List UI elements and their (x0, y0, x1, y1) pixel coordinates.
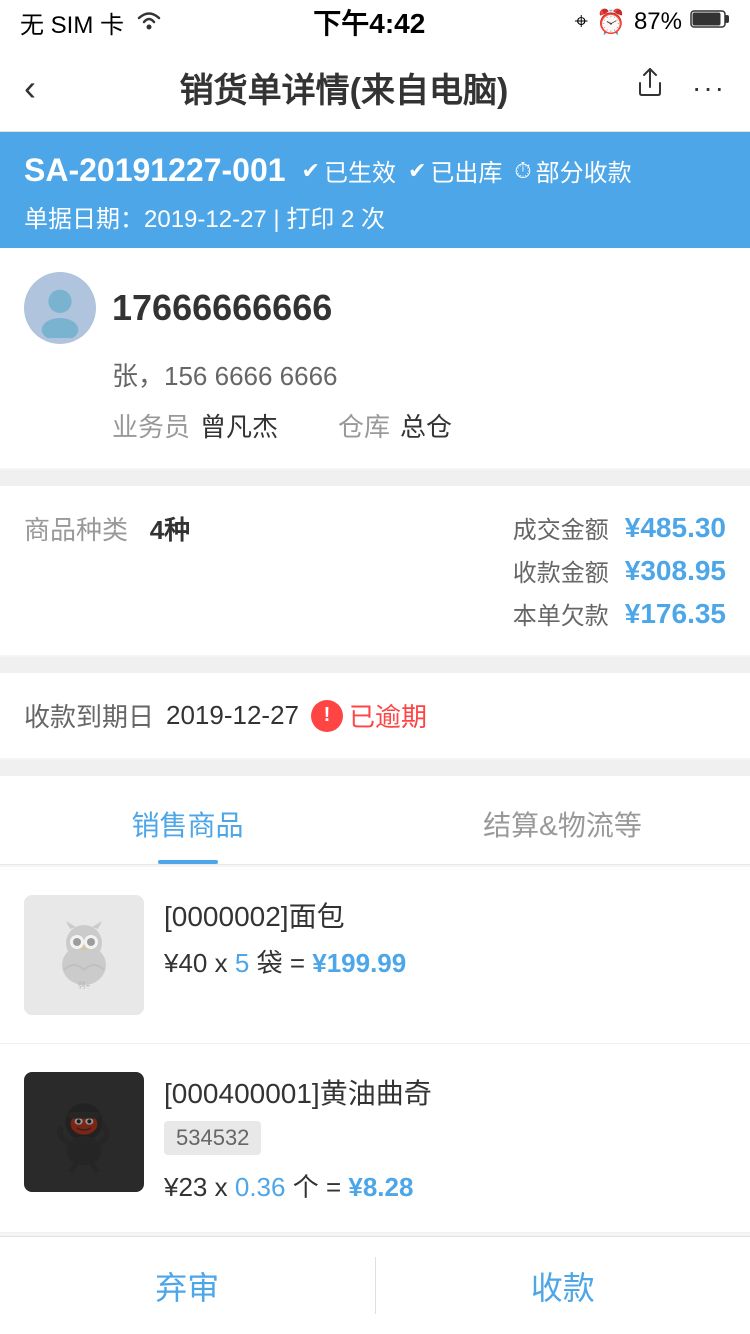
nav-actions: ··· (632, 65, 726, 110)
confirm-button[interactable]: 收款 (376, 1237, 750, 1334)
product-types-item: 商品种类 4种 (24, 510, 190, 547)
status-badges: ✔ 已生效 ✔ 已出库 ⏱ 部分收款 (302, 153, 632, 188)
tab-products[interactable]: 销售商品 (0, 776, 375, 864)
product-image-1: 鸮+ (24, 895, 144, 1015)
battery-level: 87% (634, 8, 682, 36)
product-name-2: [000400001]黄油曲奇 (164, 1072, 726, 1112)
status-bar: 无 SIM 卡 下午4:42 ⌖ ⏰ 87% (0, 0, 750, 44)
tabs-section: 销售商品 结算&物流等 (0, 776, 750, 865)
warehouse-name: 总仓 (400, 407, 452, 444)
status-bar-right: ⌖ ⏰ 87% (575, 8, 730, 37)
order-id: SA-20191227-001 (24, 152, 286, 189)
due-date-value: 2019-12-27 (166, 700, 299, 731)
debt-label: 本单欠款 (513, 596, 609, 631)
product-info-2: [000400001]黄油曲奇 534532 ¥23 x 0.36 个 = ¥8… (164, 1072, 726, 1204)
debt-amount: ¥176.35 (625, 598, 726, 630)
battery-icon (690, 8, 730, 36)
share-icon[interactable] (632, 65, 668, 110)
deal-amount-row: 成交金额 ¥485.30 (513, 510, 726, 545)
more-icon[interactable]: ··· (692, 72, 726, 104)
summary-left: 商品种类 4种 (24, 510, 190, 553)
status-badge-partial: ⏱ 部分收款 (514, 153, 631, 188)
product-list: 鸮+ [0000002]面包 ¥40 x 5 袋 = ¥199.99 (0, 867, 750, 1233)
product-item: 鸮+ [0000002]面包 ¥40 x 5 袋 = ¥199.99 (0, 867, 750, 1044)
status-bar-time: 下午4:42 (313, 2, 425, 42)
separator-1 (0, 470, 750, 486)
deal-amount: ¥485.30 (625, 512, 726, 544)
customer-phone: 17666666666 (112, 287, 332, 329)
sales-name: 曾凡杰 (200, 407, 278, 444)
due-date-section: 收款到期日 2019-12-27 ! 已逾期 (0, 673, 750, 758)
tabs-bar: 销售商品 结算&物流等 (0, 776, 750, 865)
received-label: 收款金额 (513, 553, 609, 588)
sim-status: 无 SIM 卡 (20, 5, 124, 40)
overdue-text: 已逾期 (349, 697, 427, 734)
customer-section: 17666666666 张，156 6666 6666 业务员 曾凡杰 仓库 总… (0, 248, 750, 468)
bottom-bar: 弃审 收款 (0, 1236, 750, 1334)
order-date: 单据日期：2019-12-27 | 打印 2 次 (24, 199, 726, 234)
summary-section: 商品种类 4种 成交金额 ¥485.30 收款金额 ¥308.95 本单欠款 ¥… (0, 486, 750, 655)
status-bar-left: 无 SIM 卡 (20, 5, 164, 40)
order-header-banner: SA-20191227-001 ✔ 已生效 ✔ 已出库 ⏱ 部分收款 单据日期：… (0, 132, 750, 248)
cancel-button[interactable]: 弃审 (0, 1237, 375, 1334)
separator-3 (0, 760, 750, 776)
avatar (24, 272, 96, 344)
product-price-2: ¥23 x 0.36 个 = ¥8.28 (164, 1167, 726, 1204)
status-badge-shipped: ✔ 已出库 (408, 153, 502, 188)
received-amount-row: 收款金额 ¥308.95 (513, 553, 726, 588)
alarm-icon: ⏰ (596, 8, 626, 37)
customer-name: 张，156 6666 6666 (24, 356, 726, 393)
product-types-count: 4种 (150, 515, 190, 545)
product-name-1: [0000002]面包 (164, 895, 726, 935)
back-button[interactable]: ‹ (24, 67, 36, 109)
product-image-2 (24, 1072, 144, 1192)
customer-meta: 业务员 曾凡杰 仓库 总仓 (24, 407, 726, 444)
product-item-2: [000400001]黄油曲奇 534532 ¥23 x 0.36 个 = ¥8… (0, 1044, 750, 1233)
wifi-icon (134, 8, 164, 37)
product-tag-2: 534532 (164, 1121, 261, 1155)
product-types-label: 商品种类 (24, 515, 128, 545)
status-badge-effective: ✔ 已生效 (302, 153, 396, 188)
tab-settlement[interactable]: 结算&物流等 (375, 776, 750, 864)
due-label: 收款到期日 (24, 697, 154, 734)
sales-label: 业务员 (112, 407, 190, 444)
separator-2 (0, 657, 750, 673)
summary-right: 成交金额 ¥485.30 收款金额 ¥308.95 本单欠款 ¥176.35 (513, 510, 726, 631)
product-info-1: [0000002]面包 ¥40 x 5 袋 = ¥199.99 (164, 895, 726, 980)
location-icon: ⌖ (575, 8, 589, 36)
overdue-badge: ! 已逾期 (311, 697, 427, 734)
product-price-1: ¥40 x 5 袋 = ¥199.99 (164, 943, 726, 980)
page-title: 销货单详情(来自电脑) (56, 63, 632, 112)
received-amount: ¥308.95 (625, 555, 726, 587)
overdue-icon: ! (311, 700, 343, 732)
deal-amount-label: 成交金额 (513, 510, 609, 545)
nav-bar: ‹ 销货单详情(来自电脑) ··· (0, 44, 750, 132)
warehouse-label: 仓库 (338, 407, 390, 444)
svg-text:鸮+: 鸮+ (78, 980, 91, 990)
debt-amount-row: 本单欠款 ¥176.35 (513, 596, 726, 631)
